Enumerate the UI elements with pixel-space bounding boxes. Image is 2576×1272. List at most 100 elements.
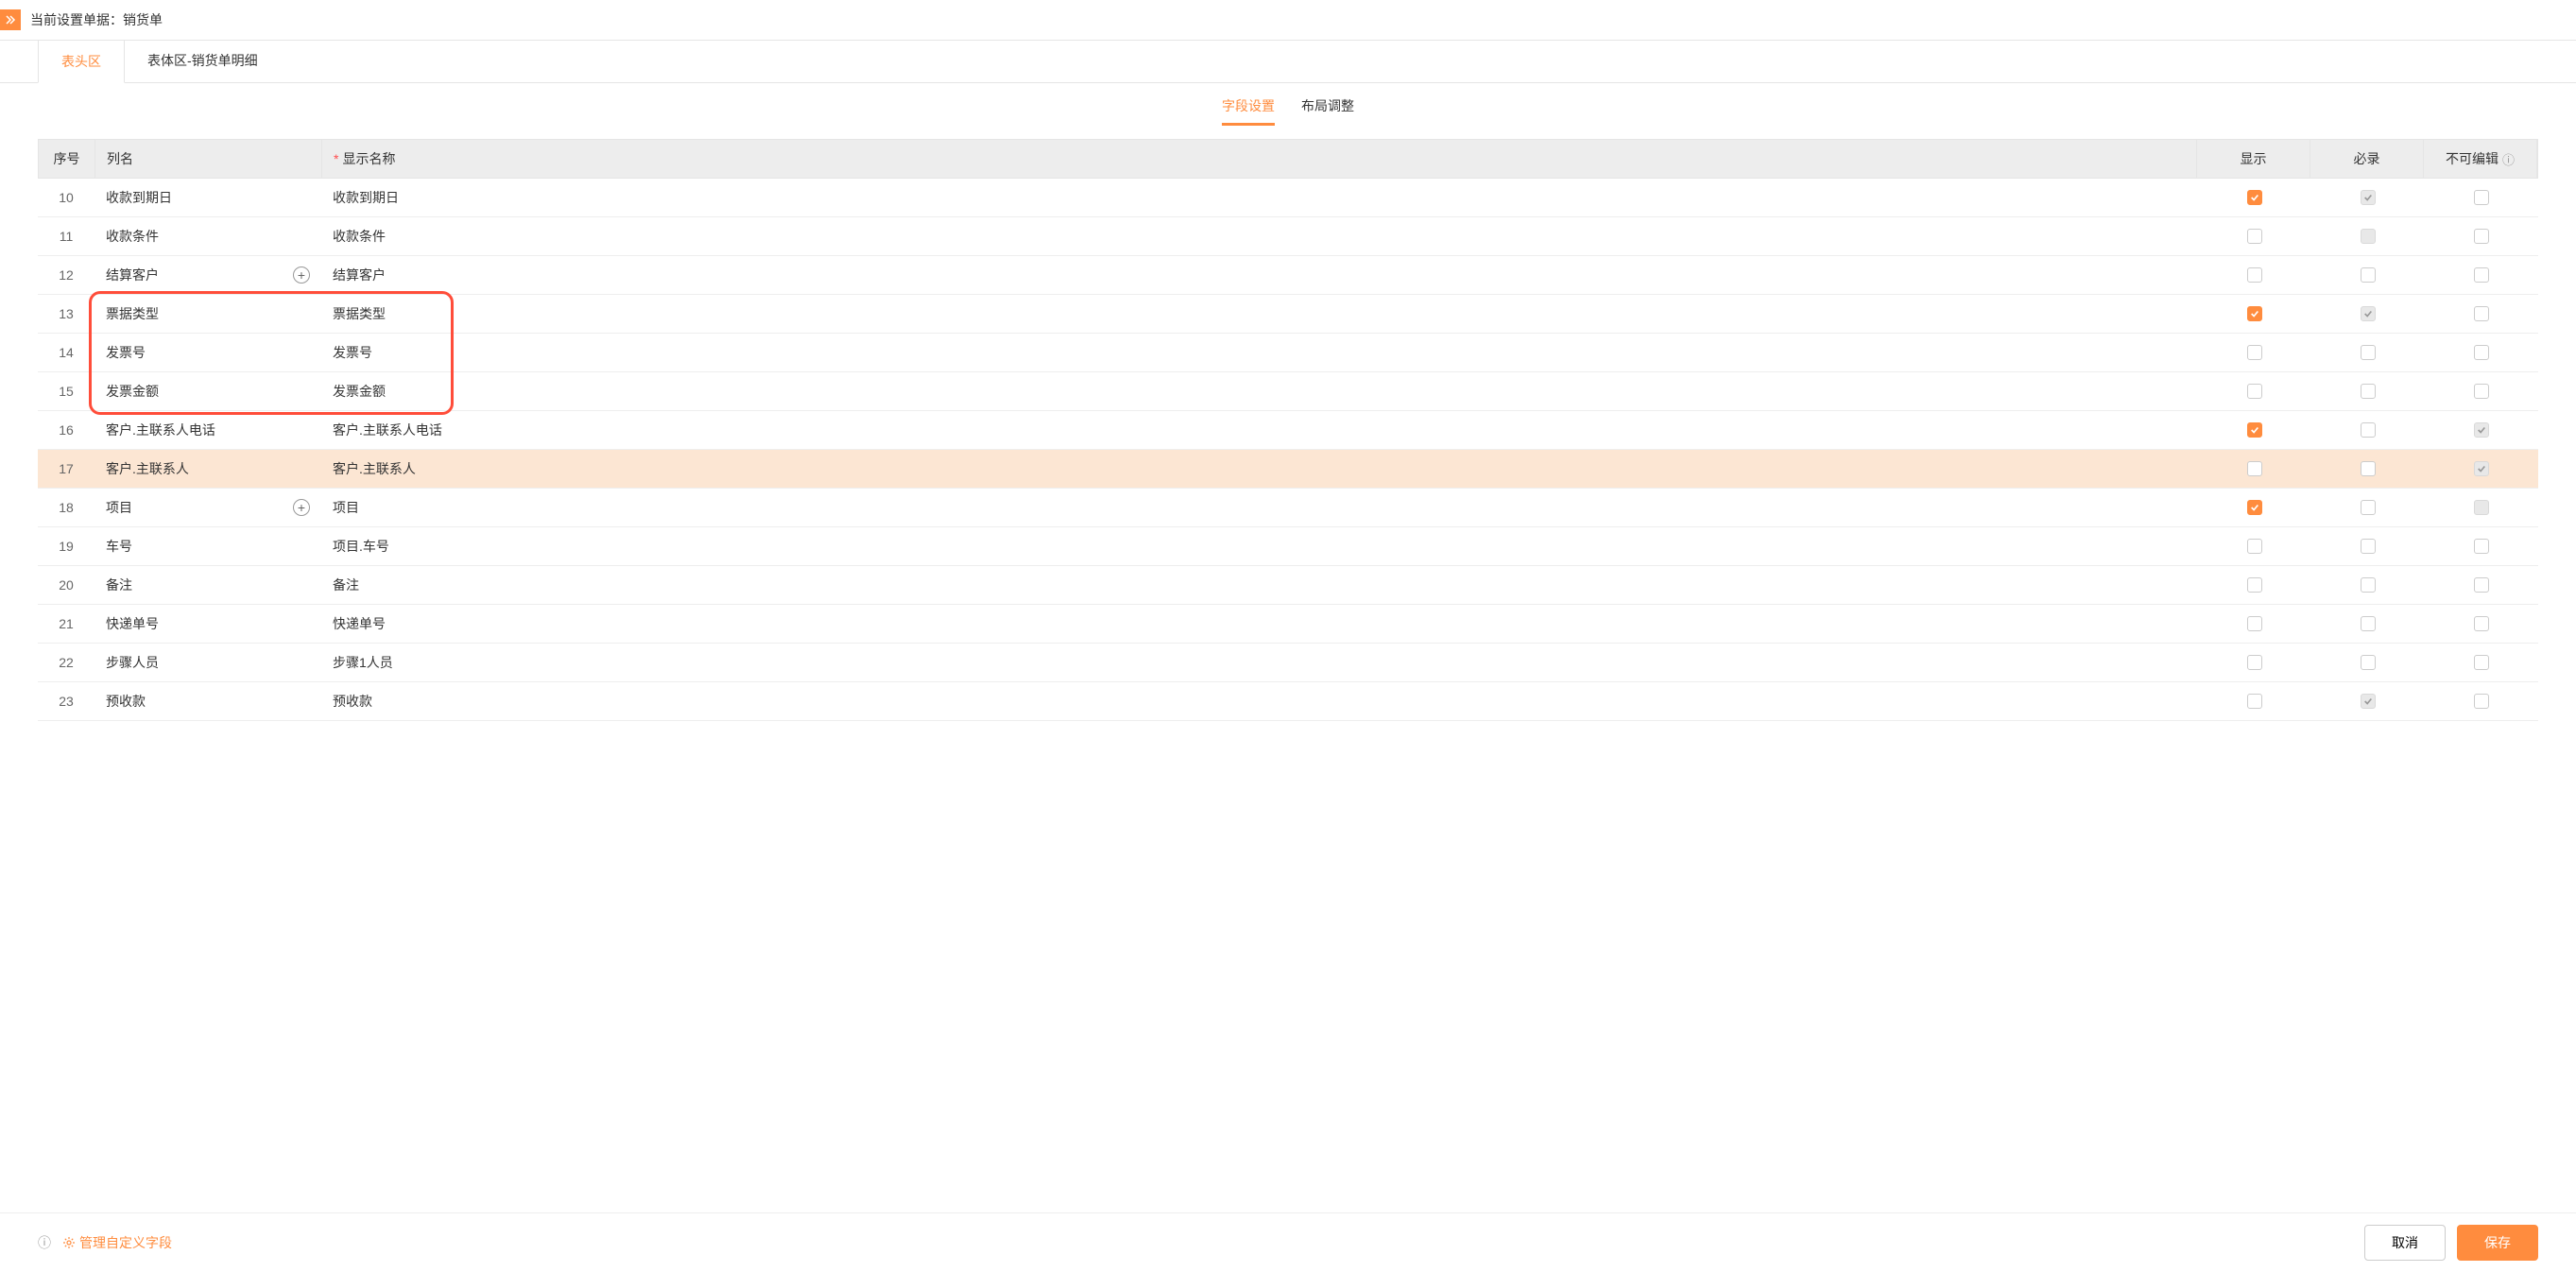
table-row[interactable]: 10收款到期日收款到期日 [38, 179, 2538, 217]
cell-display-name[interactable]: 快递单号 [321, 605, 2198, 643]
readonly-checkbox[interactable] [2474, 655, 2489, 670]
show-checkbox[interactable] [2247, 577, 2262, 593]
th-readonly-text: 不可编辑 [2446, 149, 2499, 168]
cell-display-name[interactable]: 结算客户 [321, 256, 2198, 294]
cell-readonly [2425, 297, 2538, 331]
table-row[interactable]: 16客户.主联系人电话客户.主联系人电话 [38, 411, 2538, 450]
table-row[interactable]: 17客户.主联系人客户.主联系人 [38, 450, 2538, 489]
help-icon[interactable]: ⓘ [38, 1233, 51, 1252]
required-checkbox[interactable] [2361, 500, 2376, 515]
add-icon[interactable]: + [293, 499, 310, 516]
cell-display-name[interactable]: 项目 [321, 489, 2198, 526]
readonly-checkbox[interactable] [2474, 384, 2489, 399]
cell-display-name[interactable]: 预收款 [321, 682, 2198, 720]
show-checkbox[interactable] [2247, 616, 2262, 631]
show-checkbox[interactable] [2247, 384, 2262, 399]
table-row[interactable]: 11 收款条件 收款条件 [38, 217, 2538, 256]
cell-required [2311, 568, 2425, 602]
readonly-checkbox[interactable] [2474, 539, 2489, 554]
col-name-text: 步骤人员 [106, 653, 159, 672]
required-checkbox[interactable] [2361, 461, 2376, 476]
cell-show [2198, 568, 2311, 602]
show-checkbox[interactable] [2247, 500, 2262, 515]
show-checkbox[interactable] [2247, 306, 2262, 321]
sub-tab-label: 字段设置 [1222, 98, 1275, 113]
cell-required [2311, 374, 2425, 408]
show-checkbox[interactable] [2247, 422, 2262, 438]
required-checkbox[interactable] [2361, 345, 2376, 360]
table-row[interactable]: 19车号项目.车号 [38, 527, 2538, 566]
required-checkbox[interactable] [2361, 267, 2376, 283]
required-checkbox[interactable] [2361, 616, 2376, 631]
readonly-checkbox[interactable] [2474, 345, 2489, 360]
expand-toggle-button[interactable] [0, 9, 21, 30]
cell-show [2198, 645, 2311, 679]
readonly-checkbox[interactable] [2474, 577, 2489, 593]
required-checkbox [2361, 694, 2376, 709]
show-checkbox[interactable] [2247, 345, 2262, 360]
readonly-checkbox[interactable] [2474, 616, 2489, 631]
sub-tab-layout-adjust[interactable]: 布局调整 [1301, 96, 1354, 126]
cell-display-name[interactable]: 收款到期日 [321, 179, 2198, 216]
table-row[interactable]: 18项目+项目 [38, 489, 2538, 527]
add-icon[interactable]: + [293, 266, 310, 284]
show-checkbox[interactable] [2247, 190, 2262, 205]
cell-seq: 20 [38, 568, 94, 602]
page-title-prefix: 当前设置单据： [30, 10, 123, 29]
cell-display-name[interactable]: 收款条件 [321, 217, 2198, 255]
cell-col-name: 收款到期日 [94, 179, 321, 216]
cell-display-name[interactable]: 步骤1人员 [321, 644, 2198, 681]
cell-show [2198, 258, 2311, 292]
show-checkbox[interactable] [2247, 229, 2262, 244]
sub-tab-label: 布局调整 [1301, 98, 1354, 113]
show-checkbox[interactable] [2247, 539, 2262, 554]
cell-display-name[interactable]: 客户.主联系人电话 [321, 411, 2198, 449]
table-row[interactable]: 12结算客户+结算客户 [38, 256, 2538, 295]
th-display-name: * 显示名称 [322, 140, 2197, 178]
readonly-checkbox[interactable] [2474, 306, 2489, 321]
show-checkbox[interactable] [2247, 694, 2262, 709]
required-checkbox[interactable] [2361, 539, 2376, 554]
cell-seq: 11 [38, 219, 94, 253]
required-checkbox[interactable] [2361, 655, 2376, 670]
cell-readonly [2425, 335, 2538, 370]
table-row[interactable]: 14发票号发票号 [38, 334, 2538, 372]
show-checkbox[interactable] [2247, 267, 2262, 283]
col-name-text: 收款条件 [106, 227, 159, 246]
save-button[interactable]: 保存 [2457, 1225, 2538, 1261]
help-icon[interactable]: ⓘ [2502, 150, 2515, 168]
cancel-button[interactable]: 取消 [2364, 1225, 2446, 1261]
cell-seq: 22 [38, 645, 94, 679]
cell-display-name[interactable]: 票据类型 [321, 295, 2198, 333]
table-row[interactable]: 13票据类型票据类型 [38, 295, 2538, 334]
cell-display-name[interactable]: 备注 [321, 566, 2198, 604]
th-required: 必录 [2310, 140, 2424, 178]
table-row[interactable]: 15发票金额发票金额 [38, 372, 2538, 411]
show-checkbox[interactable] [2247, 655, 2262, 670]
table-row[interactable]: 23预收款预收款 [38, 682, 2538, 721]
show-checkbox[interactable] [2247, 461, 2262, 476]
readonly-checkbox[interactable] [2474, 694, 2489, 709]
readonly-checkbox[interactable] [2474, 190, 2489, 205]
readonly-checkbox[interactable] [2474, 229, 2489, 244]
cell-display-name[interactable]: 项目.车号 [321, 527, 2198, 565]
table-row[interactable]: 20备注备注 [38, 566, 2538, 605]
tab-header-area[interactable]: 表头区 [38, 40, 125, 83]
cell-display-name[interactable]: 客户.主联系人 [321, 450, 2198, 488]
cell-show [2198, 529, 2311, 563]
cell-required [2311, 413, 2425, 447]
required-checkbox[interactable] [2361, 384, 2376, 399]
cell-col-name: 预收款 [94, 682, 321, 720]
cell-display-name[interactable]: 发票金额 [321, 372, 2198, 410]
cell-seq: 10 [38, 180, 94, 215]
table-row[interactable]: 22 步骤人员 步骤1人员 [38, 644, 2538, 682]
cell-display-name[interactable]: 发票号 [321, 334, 2198, 371]
required-checkbox[interactable] [2361, 422, 2376, 438]
manage-custom-fields-link[interactable]: 管理自定义字段 [62, 1233, 172, 1252]
readonly-checkbox[interactable] [2474, 267, 2489, 283]
table-row[interactable]: 21快递单号快递单号 [38, 605, 2538, 644]
required-checkbox[interactable] [2361, 577, 2376, 593]
tab-body-area[interactable]: 表体区-销货单明细 [125, 40, 281, 82]
sub-tab-field-settings[interactable]: 字段设置 [1222, 96, 1275, 126]
th-readonly: 不可编辑 ⓘ [2424, 140, 2537, 178]
